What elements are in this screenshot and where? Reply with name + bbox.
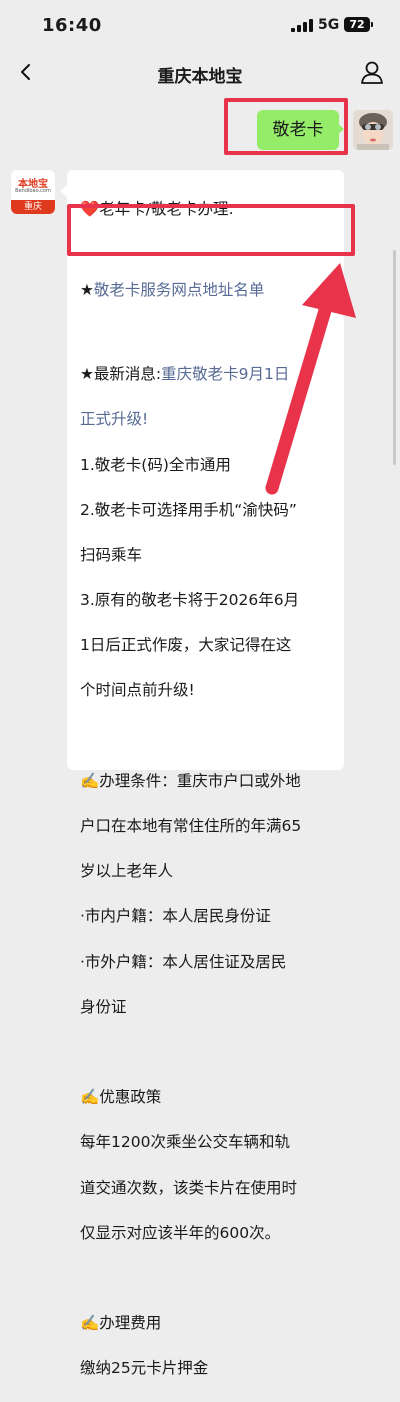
line-6: 2.敬老卡可选择用手机“渝快码”: [80, 500, 297, 519]
user-avatar-image: [353, 110, 393, 150]
line-17: ✍️优惠政策: [80, 1088, 162, 1107]
battery-icon: 72: [344, 17, 370, 32]
line-13: 岁以上老年人: [80, 862, 174, 881]
news-link[interactable]: 重庆敬老卡9月1日: [161, 365, 289, 383]
news-prefix: ★最新消息:: [80, 365, 162, 384]
chat-title: 重庆本地宝: [157, 67, 243, 87]
highlight-box-service-link: [67, 204, 355, 256]
line-14: ·市内户籍：本人居民身份证: [80, 907, 271, 926]
line-22: 缴纳25元卡片押金: [80, 1359, 209, 1378]
line-15: ·市外户籍：本人居住证及居民: [80, 952, 287, 971]
bot-avatar[interactable]: 本地宝 Bendibao.com 重庆: [11, 170, 55, 214]
line-8: 3.原有的敬老卡将于2026年6月: [80, 591, 300, 610]
news-link-cont[interactable]: 正式升级!: [80, 408, 338, 431]
service-point-line: ★敬老卡服务网点地址名单: [80, 279, 338, 302]
news-line: ★最新消息:重庆敬老卡9月1日: [80, 363, 338, 386]
bot-message-text: ❤️老年卡/敬老卡办理: ★敬老卡服务网点地址名单 ★最新消息:重庆敬老卡9月1…: [80, 175, 338, 1402]
line-9: 1日后正式作废，大家记得在这: [80, 636, 292, 655]
line-12: 户口在本地有常住住所的年满65: [80, 817, 302, 836]
network-type: 5G: [318, 17, 340, 33]
service-point-link[interactable]: 敬老卡服务网点地址名单: [94, 281, 265, 299]
status-time: 16:40: [42, 15, 102, 36]
signal-icon: [291, 19, 313, 32]
scrollbar[interactable]: [393, 250, 396, 465]
line-10: 个时间点前升级!: [80, 681, 195, 700]
bot-avatar-logo-area: 本地宝 Bendibao.com: [11, 170, 55, 200]
line-16: 身份证: [80, 997, 127, 1016]
line-21: ✍️办理费用: [80, 1314, 162, 1333]
profile-icon[interactable]: [358, 58, 386, 86]
line-11: ✍️办理条件：重庆市户口或外地: [80, 771, 301, 790]
line-19: 道交通次数，该类卡片在使用时: [80, 1178, 298, 1197]
line-5: 1.敬老卡(码)全市通用: [80, 455, 231, 474]
line-18: 每年1200次乘坐公交车辆和轨: [80, 1133, 290, 1152]
bot-logo-subtext: Bendibao.com: [15, 188, 51, 194]
line-20: 仅显示对应该半年的600次。: [80, 1223, 281, 1242]
nav-bar: 重庆本地宝: [0, 50, 400, 96]
highlight-box-my-message: [224, 98, 348, 155]
status-bar: 16:40 5G 72: [0, 0, 400, 50]
bot-avatar-city: 重庆: [11, 200, 55, 214]
star-icon: ★: [80, 281, 94, 300]
line-7: 扫码乘车: [80, 545, 143, 564]
user-avatar[interactable]: [353, 110, 393, 150]
bot-bubble-tail: [60, 185, 67, 197]
battery-tip: [371, 22, 373, 27]
